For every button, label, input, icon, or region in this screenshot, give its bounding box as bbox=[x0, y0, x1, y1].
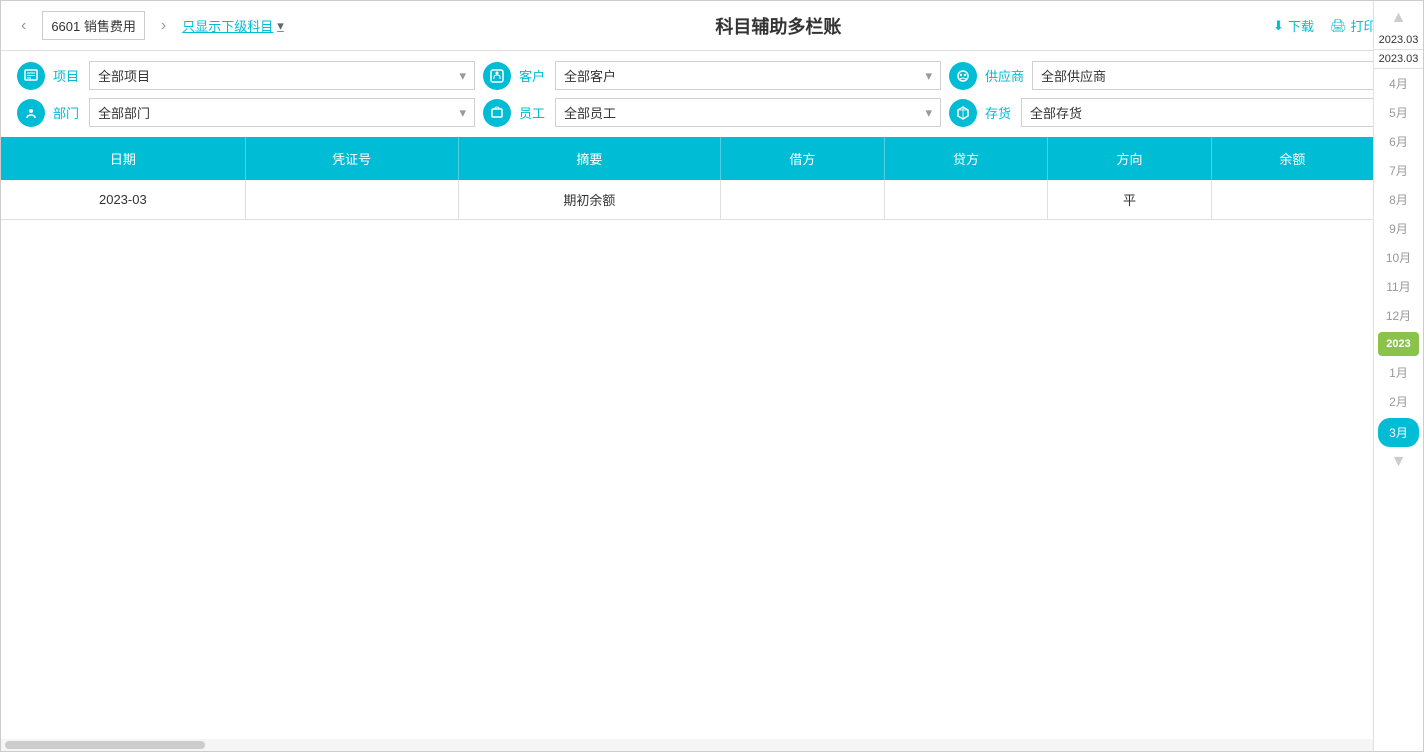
show-sub-label: 只显示下级科目 bbox=[182, 16, 273, 35]
sidebar-month-2[interactable]: 2月 bbox=[1374, 387, 1423, 416]
next-account-button[interactable]: › bbox=[157, 15, 170, 37]
project-label: 项目 bbox=[53, 66, 81, 85]
supplier-filter[interactable]: 全部供应商 ▾ bbox=[1032, 61, 1407, 90]
project-row: 项目 全部项目 ▾ bbox=[17, 61, 475, 90]
supplier-label: 供应商 bbox=[985, 66, 1024, 85]
department-filter[interactable]: 全部部门 ▾ bbox=[89, 98, 475, 127]
customer-icon bbox=[483, 62, 511, 90]
ledger-table: 日期 凭证号 摘要 借方 贷方 方向 余额 2023-03 期初余额 平 bbox=[1, 137, 1373, 220]
print-button[interactable]: 🖨 打印 bbox=[1330, 16, 1377, 35]
horizontal-scrollbar[interactable] bbox=[1, 739, 1373, 751]
cell-date: 2023-03 bbox=[1, 180, 245, 220]
sidebar-month-8[interactable]: 8月 bbox=[1374, 185, 1423, 214]
download-label: 下载 bbox=[1288, 16, 1314, 35]
prev-account-button[interactable]: ‹ bbox=[17, 15, 30, 37]
header: ‹ 6601 销售费用 › 只显示下级科目 ▾ 科目辅助多栏账 ⬇ 下载 🖨 打… bbox=[1, 1, 1423, 51]
customer-label: 客户 bbox=[519, 66, 547, 85]
col-direction: 方向 bbox=[1048, 137, 1212, 180]
main-window: ‹ 6601 销售费用 › 只显示下级科目 ▾ 科目辅助多栏账 ⬇ 下载 🖨 打… bbox=[0, 0, 1424, 752]
inventory-label: 存货 bbox=[985, 103, 1013, 122]
employee-row: 员工 全部员工 ▾ bbox=[483, 98, 941, 127]
project-filter[interactable]: 全部项目 ▾ bbox=[89, 61, 475, 90]
download-icon: ⬇ bbox=[1273, 18, 1284, 34]
sidebar-month-7[interactable]: 7月 bbox=[1374, 156, 1423, 185]
department-arrow-icon: ▾ bbox=[459, 105, 466, 121]
table-row: 2023-03 期初余额 平 bbox=[1, 180, 1373, 220]
col-credit: 贷方 bbox=[884, 137, 1048, 180]
table-header-row: 日期 凭证号 摘要 借方 贷方 方向 余额 bbox=[1, 137, 1373, 180]
sidebar-selected-2[interactable]: 2023.03 bbox=[1374, 50, 1423, 69]
sidebar-down-button[interactable]: ▼ bbox=[1387, 449, 1411, 475]
show-sub-button[interactable]: 只显示下级科目 ▾ bbox=[182, 16, 284, 35]
cell-debit bbox=[721, 180, 885, 220]
table-container: 日期 凭证号 摘要 借方 贷方 方向 余额 2023-03 期初余额 平 bbox=[1, 137, 1373, 220]
account-code: 6601 销售费用 bbox=[42, 11, 145, 40]
sidebar-year-label: 2023 bbox=[1378, 332, 1419, 356]
customer-value: 全部客户 bbox=[564, 66, 616, 85]
inventory-filter[interactable]: 全部存货 ▾ bbox=[1021, 98, 1407, 127]
department-icon bbox=[17, 99, 45, 127]
sidebar-up-button[interactable]: ▲ bbox=[1387, 5, 1411, 31]
department-row: 部门 全部部门 ▾ bbox=[17, 98, 475, 127]
customer-arrow-icon: ▾ bbox=[925, 68, 932, 84]
customer-row: 客户 全部客户 ▾ bbox=[483, 61, 941, 90]
sidebar-month-4[interactable]: 4月 bbox=[1374, 69, 1423, 98]
supplier-row: 供应商 全部供应商 ▾ bbox=[949, 61, 1407, 90]
sidebar-month-5[interactable]: 5月 bbox=[1374, 98, 1423, 127]
supplier-icon bbox=[949, 62, 977, 90]
project-value: 全部项目 bbox=[98, 66, 150, 85]
month-sidebar: ▲ 2023.03 2023.03 4月 5月 6月 7月 8月 9月 10月 … bbox=[1373, 1, 1423, 751]
employee-arrow-icon: ▾ bbox=[925, 105, 932, 121]
col-summary: 摘要 bbox=[458, 137, 720, 180]
inventory-icon bbox=[949, 99, 977, 127]
show-sub-arrow-icon: ▾ bbox=[277, 18, 284, 34]
download-button[interactable]: ⬇ 下载 bbox=[1273, 16, 1314, 35]
supplier-value: 全部供应商 bbox=[1041, 66, 1106, 85]
customer-filter[interactable]: 全部客户 ▾ bbox=[555, 61, 941, 90]
print-icon: 🖨 bbox=[1330, 18, 1347, 34]
project-arrow-icon: ▾ bbox=[459, 68, 466, 84]
cell-balance bbox=[1211, 180, 1373, 220]
employee-icon bbox=[483, 99, 511, 127]
cell-summary: 期初余额 bbox=[458, 180, 720, 220]
employee-value: 全部员工 bbox=[564, 103, 616, 122]
employee-filter[interactable]: 全部员工 ▾ bbox=[555, 98, 941, 127]
col-debit: 借方 bbox=[721, 137, 885, 180]
cell-direction: 平 bbox=[1048, 180, 1212, 220]
inventory-row: 存货 全部存货 ▾ bbox=[949, 98, 1407, 127]
department-label: 部门 bbox=[53, 103, 81, 122]
toolbar-right: ⬇ 下载 🖨 打印 bbox=[1273, 16, 1376, 35]
col-voucher: 凭证号 bbox=[245, 137, 458, 180]
sidebar-month-1[interactable]: 1月 bbox=[1374, 358, 1423, 387]
page-title: 科目辅助多栏账 bbox=[296, 13, 1261, 39]
sidebar-month-6[interactable]: 6月 bbox=[1374, 127, 1423, 156]
sidebar-month-10[interactable]: 10月 bbox=[1374, 243, 1423, 272]
department-value: 全部部门 bbox=[98, 103, 150, 122]
sidebar-month-9[interactable]: 9月 bbox=[1374, 214, 1423, 243]
filters-panel: 项目 全部项目 ▾ 客户 全部客户 ▾ 供应商 全部供应商 bbox=[1, 51, 1423, 137]
project-icon bbox=[17, 62, 45, 90]
col-balance: 余额 bbox=[1211, 137, 1373, 180]
sidebar-month-3-active[interactable]: 3月 bbox=[1378, 418, 1419, 447]
sidebar-month-12[interactable]: 12月 bbox=[1374, 301, 1423, 330]
employee-label: 员工 bbox=[519, 103, 547, 122]
inventory-value: 全部存货 bbox=[1030, 103, 1082, 122]
sidebar-selected-1[interactable]: 2023.03 bbox=[1374, 31, 1423, 50]
sidebar-month-11[interactable]: 11月 bbox=[1374, 272, 1423, 301]
scrollbar-thumb[interactable] bbox=[5, 741, 205, 749]
cell-voucher bbox=[245, 180, 458, 220]
col-date: 日期 bbox=[1, 137, 245, 180]
cell-credit bbox=[884, 180, 1048, 220]
